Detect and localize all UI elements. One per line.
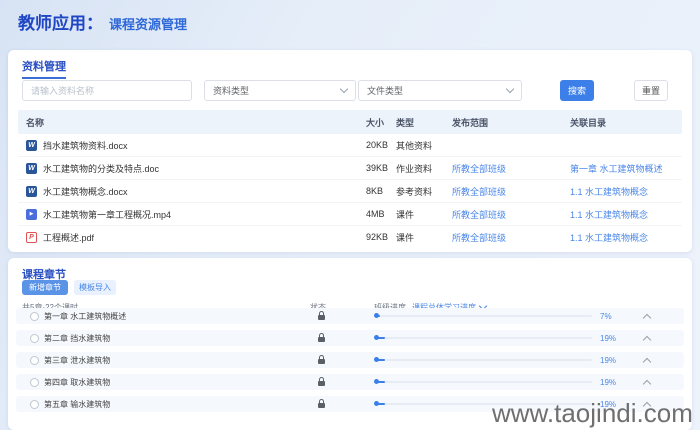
chapter-name: 第五章 输水建筑物 bbox=[44, 399, 111, 409]
lock-icon[interactable] bbox=[318, 399, 325, 408]
file-name-link[interactable]: 水工建筑物第一章工程概况.mp4 bbox=[43, 208, 171, 221]
material-name-input[interactable] bbox=[22, 80, 192, 101]
file-size: 20KB bbox=[366, 140, 389, 150]
file-type: 其他资料 bbox=[396, 140, 433, 151]
file-size: 39KB bbox=[366, 163, 389, 173]
search-button[interactable]: 搜索 bbox=[560, 80, 594, 101]
progress-bar bbox=[374, 335, 592, 340]
col-scope: 发布范围 bbox=[452, 117, 489, 128]
table-row: 水工建筑物第一章工程概况.mp4 4MB 课件 所教全部班级 1.1 水工建筑物… bbox=[18, 203, 682, 226]
page-header: 教师应用： 课程资源管理 bbox=[18, 9, 187, 34]
file-name-link[interactable]: 工程概述.pdf bbox=[43, 231, 94, 244]
chapter-name: 第二章 挡水建筑物 bbox=[44, 333, 111, 343]
progress-percent: 19% bbox=[600, 333, 617, 343]
publish-scope-link[interactable]: 所教全部班级 bbox=[452, 180, 506, 202]
publish-scope-link[interactable]: 所教全部班级 bbox=[452, 157, 506, 179]
file-type: 课件 bbox=[396, 232, 415, 243]
file-size: 92KB bbox=[366, 232, 389, 242]
catalog-link[interactable]: 1.1 水工建筑物概念 bbox=[570, 226, 648, 248]
file-type: 课件 bbox=[396, 209, 415, 220]
radio-circle-icon[interactable] bbox=[30, 334, 39, 343]
chevron-down-icon bbox=[339, 84, 349, 94]
catalog-link[interactable]: 1.1 水工建筑物概念 bbox=[570, 180, 648, 202]
radio-circle-icon[interactable] bbox=[30, 400, 39, 409]
chapter-name: 第四章 取水建筑物 bbox=[44, 377, 111, 387]
progress-handle bbox=[374, 401, 379, 406]
col-size: 大小 bbox=[366, 117, 385, 128]
table-header-row: 名称 大小 类型 发布范围 关联目录 bbox=[18, 110, 682, 134]
file-type: 作业资料 bbox=[396, 163, 433, 174]
page: { "header": { "app_title": "教师应用：", "pag… bbox=[0, 0, 700, 430]
file-name-link[interactable]: 挡水建筑物资料.docx bbox=[43, 139, 128, 152]
radio-circle-icon[interactable] bbox=[30, 378, 39, 387]
chevron-up-icon[interactable] bbox=[642, 313, 652, 323]
page-title: 课程资源管理 bbox=[109, 17, 188, 32]
materials-card: 资料管理 资料类型 文件类型 搜索 重置 名称 大小 类型 发布范围 关联目录 … bbox=[8, 50, 692, 252]
progress-percent: 7% bbox=[600, 311, 612, 321]
table-row: 水工建筑物的分类及特点.doc 39KB 作业资料 所教全部班级 第一章 水工建… bbox=[18, 157, 682, 180]
col-name: 名称 bbox=[26, 117, 45, 128]
lock-icon[interactable] bbox=[318, 311, 325, 320]
radio-circle-icon[interactable] bbox=[30, 356, 39, 365]
material-type-select-value: 资料类型 bbox=[213, 86, 250, 96]
chevron-down-icon bbox=[505, 84, 515, 94]
file-name-link[interactable]: 水工建筑物的分类及特点.doc bbox=[43, 162, 159, 175]
reset-button[interactable]: 重置 bbox=[634, 80, 668, 101]
radio-circle-icon[interactable] bbox=[30, 312, 39, 321]
chevron-up-icon[interactable] bbox=[642, 379, 652, 389]
catalog-link[interactable]: 1.1 水工建筑物概念 bbox=[570, 203, 648, 225]
lock-icon[interactable] bbox=[318, 355, 325, 364]
material-type-select[interactable]: 资料类型 bbox=[204, 80, 356, 101]
chapter-row[interactable]: 第二章 挡水建筑物 19% bbox=[16, 330, 684, 346]
progress-bar bbox=[374, 357, 592, 362]
progress-handle bbox=[374, 379, 379, 384]
publish-scope-link[interactable]: 所教全部班级 bbox=[452, 203, 506, 225]
catalog-link[interactable]: 第一章 水工建筑物概述 bbox=[570, 157, 663, 179]
progress-bar bbox=[374, 379, 592, 384]
progress-handle bbox=[374, 357, 379, 362]
add-chapter-button[interactable]: 新增章节 bbox=[22, 280, 68, 295]
col-type: 类型 bbox=[396, 117, 415, 128]
table-row: 挡水建筑物资料.docx 20KB 其他资料 bbox=[18, 134, 682, 157]
chapter-row[interactable]: 第一章 水工建筑物概述 7% bbox=[16, 308, 684, 324]
materials-section-title: 资料管理 bbox=[22, 58, 66, 79]
file-type-select-value: 文件类型 bbox=[367, 86, 404, 96]
materials-table: 名称 大小 类型 发布范围 关联目录 挡水建筑物资料.docx 20KB 其他资… bbox=[18, 110, 682, 248]
file-type: 参考资料 bbox=[396, 186, 433, 197]
pdf-file-icon bbox=[26, 231, 37, 243]
word-file-icon bbox=[26, 162, 37, 174]
chevron-up-icon[interactable] bbox=[642, 335, 652, 345]
video-file-icon bbox=[26, 208, 37, 220]
watermark: www.taojindi.com bbox=[492, 398, 693, 428]
progress-percent: 19% bbox=[600, 377, 617, 387]
file-size: 8KB bbox=[366, 186, 384, 196]
progress-percent: 19% bbox=[600, 355, 617, 365]
word-file-icon bbox=[26, 185, 37, 197]
chapter-row[interactable]: 第四章 取水建筑物 19% bbox=[16, 374, 684, 390]
lock-icon[interactable] bbox=[318, 333, 325, 342]
publish-scope-link[interactable]: 所教全部班级 bbox=[452, 226, 506, 248]
lock-icon[interactable] bbox=[318, 377, 325, 386]
table-row: 工程概述.pdf 92KB 课件 所教全部班级 1.1 水工建筑物概念 bbox=[18, 226, 682, 248]
app-title: 教师应用： bbox=[18, 14, 103, 33]
progress-handle bbox=[374, 335, 379, 340]
chevron-up-icon[interactable] bbox=[642, 357, 652, 367]
chapter-row[interactable]: 第三章 泄水建筑物 19% bbox=[16, 352, 684, 368]
file-type-select[interactable]: 文件类型 bbox=[358, 80, 522, 101]
table-row: 水工建筑物概念.docx 8KB 参考资料 所教全部班级 1.1 水工建筑物概念 bbox=[18, 180, 682, 203]
file-size: 4MB bbox=[366, 209, 385, 219]
chapter-name: 第一章 水工建筑物概述 bbox=[44, 311, 127, 321]
col-catalog: 关联目录 bbox=[570, 117, 607, 128]
progress-handle bbox=[374, 313, 379, 318]
file-name-link[interactable]: 水工建筑物概念.docx bbox=[43, 185, 128, 198]
chapter-name: 第三章 泄水建筑物 bbox=[44, 355, 111, 365]
word-file-icon bbox=[26, 139, 37, 151]
progress-bar bbox=[374, 313, 592, 318]
import-template-button[interactable]: 模板导入 bbox=[74, 280, 116, 295]
